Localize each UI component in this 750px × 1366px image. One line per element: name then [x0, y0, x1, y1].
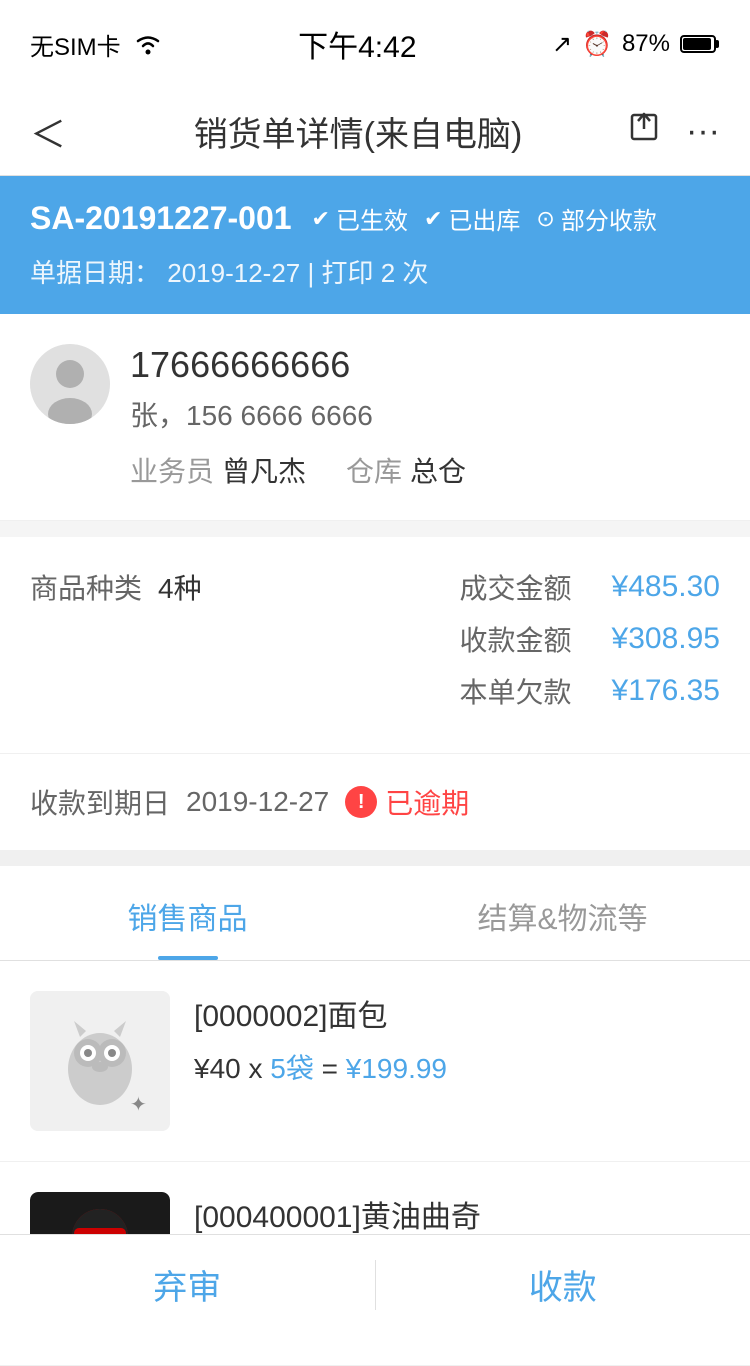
salesperson-value: 曾凡杰 — [222, 450, 306, 490]
product-name-2: [000400001]黄油曲奇 — [194, 1192, 720, 1236]
carrier-text: 无SIM卡 — [30, 27, 121, 62]
status-badges: ✔ 已生效 ✔ 已出库 ⊙ 部分收款 — [312, 201, 657, 236]
debt-label: 本单欠款 — [460, 671, 572, 711]
product-thumb-1: ✦ — [30, 991, 170, 1131]
summary-left: 商品种类 4种 — [30, 567, 202, 723]
overdue-text: 已逾期 — [385, 782, 469, 822]
battery-text: 87% — [622, 30, 670, 58]
battery-icon — [680, 33, 720, 55]
avatar — [30, 344, 110, 424]
alarm-icon: ⏰ — [582, 30, 612, 59]
share-button[interactable] — [626, 109, 662, 154]
customer-section: 17666666666 张，156 6666 6666 业务员 曾凡杰 仓库 总… — [0, 314, 750, 521]
received-label: 收款金额 — [460, 619, 572, 659]
amount-row: 成交金额 ¥485.30 — [460, 567, 720, 607]
category-count: 4种 — [158, 567, 202, 607]
summary-section: 商品种类 4种 成交金额 ¥485.30 收款金额 ¥308.95 本单欠款 ¥… — [0, 537, 750, 754]
due-date: 2019-12-27 — [186, 786, 329, 818]
collect-button[interactable]: 收款 — [376, 1240, 750, 1329]
back-button[interactable]: ＜ — [30, 106, 90, 158]
status-left: 无SIM卡 — [30, 27, 163, 62]
order-number: SA-20191227-001 — [30, 200, 292, 237]
status-bar: 无SIM卡 下午4:42 ↗ ⏰ 87% — [0, 0, 750, 88]
tab-settlement[interactable]: 结算&物流等 — [375, 866, 750, 960]
tab-sales-products[interactable]: 销售商品 — [0, 866, 375, 960]
debt-value: ¥176.35 — [612, 674, 720, 708]
amount-label: 成交金额 — [460, 567, 572, 607]
wifi-icon — [133, 33, 163, 55]
avatar-icon — [30, 344, 110, 424]
product-info-1: [0000002]面包 ¥40 x 5袋 = ¥199.99 — [194, 991, 720, 1087]
category-label: 商品种类 — [30, 567, 142, 607]
debt-row: 本单欠款 ¥176.35 — [460, 671, 720, 711]
due-section: 收款到期日 2019-12-27 ! 已逾期 — [0, 754, 750, 866]
tabs: 销售商品 结算&物流等 — [0, 866, 750, 961]
customer-name: 17666666666 — [130, 344, 720, 386]
cancel-button[interactable]: 弃审 — [0, 1240, 375, 1329]
nav-actions: ··· — [626, 109, 720, 154]
page-title: 销货单详情(来自电脑) — [194, 107, 523, 156]
svg-text:✦: ✦ — [130, 1094, 147, 1116]
salesperson-info: 业务员 曾凡杰 — [130, 450, 306, 490]
summary-right: 成交金额 ¥485.30 收款金额 ¥308.95 本单欠款 ¥176.35 — [460, 567, 720, 723]
check-icon-2: ✔ — [424, 206, 442, 232]
location-icon: ↗ — [552, 30, 572, 59]
order-header: SA-20191227-001 ✔ 已生效 ✔ 已出库 ⊙ 部分收款 单据日期：… — [0, 176, 750, 314]
nav-bar: ＜ 销货单详情(来自电脑) ··· — [0, 88, 750, 176]
overdue-dot-icon: ! — [345, 786, 377, 818]
status-badge-effective: ✔ 已生效 — [312, 201, 408, 236]
list-item: ✦ [0000002]面包 ¥40 x 5袋 = ¥199.99 — [0, 961, 750, 1162]
customer-info: 17666666666 张，156 6666 6666 业务员 曾凡杰 仓库 总… — [130, 344, 720, 490]
order-date: 单据日期： 2019-12-27 | 打印 2 次 — [30, 253, 720, 290]
product-qty-1: 5袋 — [270, 1053, 314, 1084]
received-value: ¥308.95 — [612, 622, 720, 656]
check-icon-1: ✔ — [312, 206, 330, 232]
status-badge-shipped: ✔ 已出库 — [424, 201, 520, 236]
product-price-1: ¥40 x 5袋 = ¥199.99 — [194, 1047, 720, 1087]
customer-phone: 张，156 6666 6666 — [130, 394, 720, 434]
more-button[interactable]: ··· — [686, 112, 720, 151]
product-name-1: [0000002]面包 — [194, 991, 720, 1035]
warehouse-label: 仓库 — [346, 450, 402, 490]
status-time: 下午4:42 — [298, 22, 416, 66]
warehouse-info: 仓库 总仓 — [346, 450, 466, 490]
category-row: 商品种类 4种 — [30, 567, 202, 607]
amount-value: ¥485.30 — [612, 570, 720, 604]
received-row: 收款金额 ¥308.95 — [460, 619, 720, 659]
product-total-1: ¥199.99 — [346, 1053, 447, 1084]
status-right: ↗ ⏰ 87% — [552, 30, 720, 59]
bottom-bar: 弃审 收款 — [0, 1234, 750, 1334]
status-badge-partial: ⊙ 部分收款 — [536, 201, 656, 236]
salesperson-label: 业务员 — [130, 450, 214, 490]
due-label: 收款到期日 — [30, 782, 170, 822]
clock-icon: ⊙ — [536, 206, 554, 232]
customer-meta: 业务员 曾凡杰 仓库 总仓 — [130, 450, 720, 490]
bread-thumb: ✦ — [30, 991, 170, 1131]
warehouse-value: 总仓 — [410, 450, 466, 490]
overdue-badge: ! 已逾期 — [345, 782, 469, 822]
